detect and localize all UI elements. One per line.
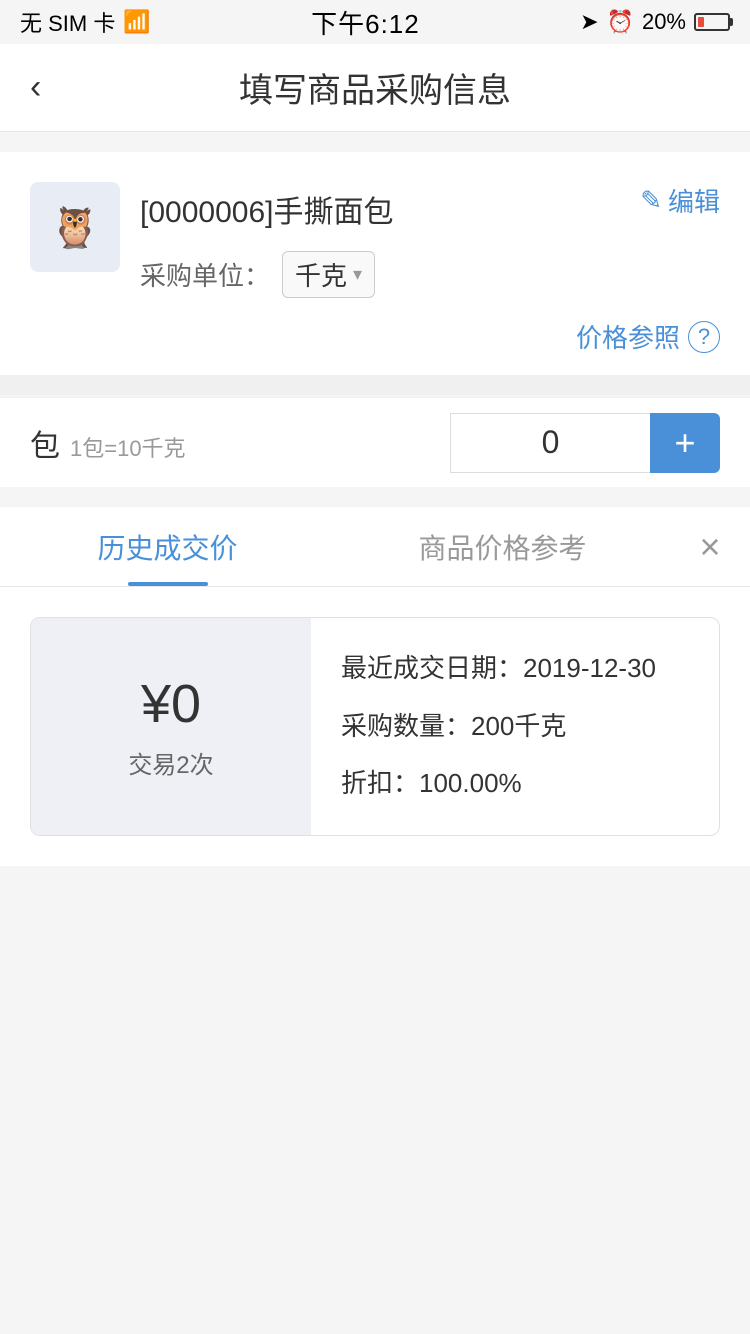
tab-history-price-label: 历史成交价 [97, 527, 237, 567]
status-bar: 无 SIM 卡 📶 下午6:12 ➤ ⏰ 20% [0, 0, 750, 44]
transaction-count: 交易2次 [128, 745, 213, 780]
transaction-date-value: 2019-12-30 [523, 653, 656, 683]
product-unit-row: 采购单位： 千克 ▾ [140, 251, 393, 298]
edit-button[interactable]: ✎ 编辑 [640, 182, 720, 219]
transaction-card: ¥0 交易2次 最近成交日期：2019-12-30 采购数量：200千克 折扣：… [30, 617, 720, 836]
header: ‹ 填写商品采购信息 [0, 44, 750, 132]
unit-select[interactable]: 千克 ▾ [282, 251, 375, 298]
price-ref-row: 价格参照 ? [30, 318, 720, 355]
transaction-discount-value: 100.00% [419, 768, 522, 798]
tab-price-reference[interactable]: 商品价格参考 [335, 507, 670, 586]
location-icon: ➤ [580, 9, 598, 35]
transaction-discount: 折扣：100.00% [341, 763, 689, 805]
panel-tabs: 历史成交价 商品价格参考 × [0, 507, 750, 587]
price-ref-button[interactable]: 价格参照 [576, 318, 680, 355]
quantity-unit-char: 包 [30, 421, 60, 465]
product-info: [0000006]手撕面包 采购单位： 千克 ▾ [140, 182, 393, 298]
product-name: [0000006]手撕面包 [140, 187, 393, 231]
edit-label: 编辑 [668, 182, 720, 219]
quantity-controls: + [450, 413, 720, 473]
unit-value: 千克 [295, 256, 347, 293]
quantity-input[interactable] [450, 413, 650, 473]
sim-label: 无 SIM 卡 [20, 6, 115, 38]
transaction-qty-label: 采购数量： [341, 711, 471, 741]
product-left: 🦉 [0000006]手撕面包 采购单位： 千克 ▾ [30, 182, 393, 298]
battery-fill [698, 17, 704, 27]
quantity-label-group: 包 1包=10千克 [30, 421, 186, 465]
transaction-price: ¥0 [141, 673, 201, 735]
product-card: 🦉 [0000006]手撕面包 采购单位： 千克 ▾ ✎ 编辑 价格参照 ? [0, 152, 750, 375]
transaction-date: 最近成交日期：2019-12-30 [341, 648, 689, 690]
unit-chevron-icon: ▾ [353, 264, 362, 285]
status-left: 无 SIM 卡 📶 [20, 6, 151, 38]
product-owl-icon: 🦉 [50, 204, 100, 251]
quantity-unit-eq: 1包=10千克 [70, 431, 186, 463]
status-time: 下午6:12 [311, 4, 420, 41]
help-icon[interactable]: ? [688, 321, 720, 353]
page-title: 填写商品采购信息 [239, 63, 511, 112]
product-thumbnail: 🦉 [30, 182, 120, 272]
alarm-icon: ⏰ [607, 9, 634, 35]
tab-underline [128, 582, 208, 586]
edit-icon: ✎ [640, 185, 662, 216]
section-divider-1 [0, 375, 750, 395]
battery-percent: 20% [642, 9, 686, 35]
tab-history-price[interactable]: 历史成交价 [0, 507, 335, 586]
price-panel: 历史成交价 商品价格参考 × ¥0 交易2次 最近成交日期：2019-12-30… [0, 507, 750, 866]
transaction-discount-label: 折扣： [341, 768, 419, 798]
transaction-qty-value: 200千克 [471, 711, 566, 741]
transaction-qty: 采购数量：200千克 [341, 706, 689, 748]
transaction-date-label: 最近成交日期： [341, 653, 523, 683]
transaction-left: ¥0 交易2次 [31, 618, 311, 835]
battery-icon [694, 13, 730, 31]
product-top-row: 🦉 [0000006]手撕面包 采购单位： 千克 ▾ ✎ 编辑 [30, 182, 720, 298]
panel-content: ¥0 交易2次 最近成交日期：2019-12-30 采购数量：200千克 折扣：… [0, 587, 750, 866]
quantity-section: 包 1包=10千克 + [0, 397, 750, 487]
unit-label: 采购单位： [140, 256, 270, 293]
tab-price-reference-label: 商品价格参考 [418, 527, 586, 567]
back-button[interactable]: ‹ [30, 68, 41, 107]
quantity-plus-button[interactable]: + [650, 413, 720, 473]
transaction-right: 最近成交日期：2019-12-30 采购数量：200千克 折扣：100.00% [311, 618, 719, 835]
status-right: ➤ ⏰ 20% [580, 9, 730, 35]
wifi-icon: 📶 [123, 9, 150, 35]
panel-close-button[interactable]: × [670, 507, 750, 587]
